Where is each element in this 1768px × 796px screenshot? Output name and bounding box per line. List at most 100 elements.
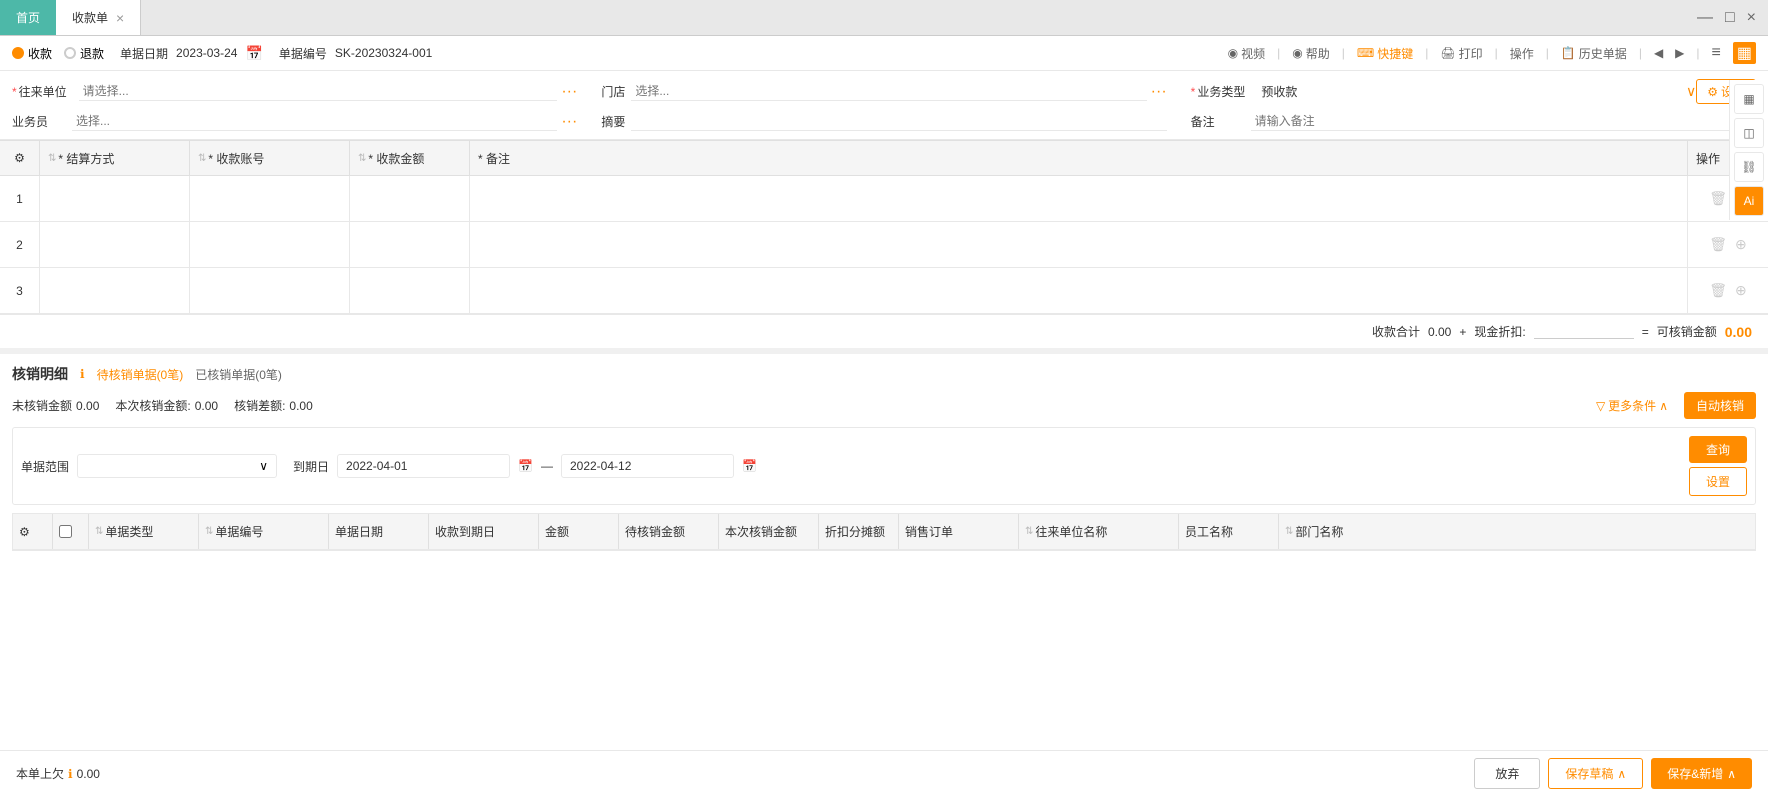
delete-icon-2[interactable]: 🗑	[1709, 236, 1727, 253]
date-cal-icon-1[interactable]: 📅	[518, 459, 533, 473]
store-more-icon[interactable]: ···	[1151, 83, 1167, 101]
summary-input[interactable]	[631, 112, 1166, 131]
query-button[interactable]: 查询	[1689, 436, 1747, 463]
radio-tuikuan[interactable]: 退款	[64, 45, 104, 62]
bth-dept-label: 部门名称	[1295, 523, 1343, 540]
date-from-input[interactable]	[337, 454, 510, 478]
print-btn[interactable]: 🖨 打印	[1440, 45, 1482, 62]
th-gear[interactable]: ⚙	[0, 141, 40, 175]
total-value: 0.00	[1428, 325, 1451, 339]
video-btn[interactable]: ◉ 视频	[1228, 45, 1266, 62]
row-num-2: 2	[16, 238, 23, 252]
biz-type-label: 业务类型	[1197, 83, 1257, 100]
salesperson-input[interactable]	[72, 112, 557, 131]
sep6: |	[1639, 46, 1642, 60]
reconcile-section: 核销明细 ℹ 待核销单据(0笔) 已核销单据(0笔) 未核销金额 0.00 本次…	[0, 348, 1768, 796]
link-icon: ⛓	[1741, 160, 1756, 174]
td-remark-3[interactable]	[470, 268, 1688, 313]
sidebar-link-icon[interactable]: ⛓	[1734, 152, 1764, 182]
more-conditions-btn[interactable]: ▽ 更多条件 ∧	[1596, 397, 1668, 414]
delete-icon-3[interactable]: 🗑	[1709, 282, 1727, 299]
td-remark-2[interactable]	[470, 222, 1688, 267]
tab-close-icon[interactable]: ×	[116, 10, 124, 26]
bth-employee-label: 员工名称	[1185, 523, 1233, 540]
bth-due-date-label: 收款到期日	[435, 523, 495, 540]
save-new-arrow-icon: ∧	[1727, 767, 1736, 781]
help-btn[interactable]: ◉ 帮助	[1292, 45, 1330, 62]
history-btn[interactable]: 📋 历史单据	[1561, 45, 1627, 62]
sidebar-doc-icon[interactable]: ◫	[1734, 118, 1764, 148]
doc-date-calendar-icon[interactable]: 📅	[245, 45, 262, 62]
bth-amount: 金额	[539, 514, 619, 549]
copy-icon-2[interactable]: ⊕	[1735, 236, 1747, 253]
restore-icon[interactable]: □	[1721, 7, 1739, 29]
available-label: 可核销金额	[1657, 323, 1717, 340]
filter-settings-button[interactable]: 设置	[1689, 467, 1747, 496]
document-icon: ◫	[1743, 126, 1754, 140]
td-account-2[interactable]	[190, 222, 350, 267]
unreconciled-stat: 未核销金额 0.00	[12, 397, 99, 414]
auto-reconcile-button[interactable]: 自动核销	[1684, 392, 1756, 419]
sidebar-table-icon[interactable]: ▦	[1734, 84, 1764, 114]
copy-icon-3[interactable]: ⊕	[1735, 282, 1747, 299]
salesperson-more-icon[interactable]: ···	[561, 113, 577, 131]
doc-date-label: 单据日期	[120, 45, 168, 62]
td-account-1[interactable]	[190, 176, 350, 221]
radio-shouquan[interactable]: 收款	[12, 45, 52, 62]
discard-button[interactable]: 放弃	[1474, 758, 1540, 789]
range-label: 单据范围	[21, 458, 69, 475]
delete-icon-1[interactable]: 🗑	[1709, 190, 1727, 207]
td-remark-1[interactable]	[470, 176, 1688, 221]
store-input[interactable]	[631, 82, 1146, 101]
biz-type-dropdown-icon[interactable]: ∨	[1686, 83, 1696, 100]
select-all-checkbox[interactable]	[59, 525, 72, 538]
counterparty-more-icon[interactable]: ···	[561, 83, 577, 101]
counterparty-input[interactable]	[79, 82, 558, 101]
bth-gear[interactable]: ⚙	[13, 514, 53, 549]
done-tab[interactable]: 已核销单据(0笔)	[195, 366, 282, 383]
view-grid-icon[interactable]: ▦	[1733, 42, 1756, 64]
date-separator: —	[541, 459, 553, 473]
discount-input[interactable]	[1534, 324, 1634, 339]
bottom-info-icon[interactable]: ℹ	[68, 767, 73, 781]
save-draft-button[interactable]: 保存草稿 ∧	[1548, 758, 1643, 789]
close-icon[interactable]: ×	[1743, 7, 1760, 29]
operation-btn[interactable]: 操作	[1510, 45, 1534, 62]
doc-num-label: 单据编号	[279, 45, 327, 62]
range-select[interactable]: ∨	[77, 454, 277, 478]
td-settlement-2[interactable]	[40, 222, 190, 267]
counterparty-required: *	[12, 85, 17, 99]
toolbar-right: ◉ 视频 | ◉ 帮助 | ⌨ 快捷键 | 🖨 打印 | 操作 |	[1228, 42, 1756, 64]
pending-tab[interactable]: 待核销单据(0笔)	[97, 366, 184, 383]
equals-sign: =	[1642, 325, 1649, 339]
tab-home[interactable]: 首页	[0, 0, 56, 35]
summary-label: 摘要	[601, 113, 631, 130]
remark-input[interactable]	[1251, 112, 1756, 131]
shortcut-btn[interactable]: ⌨ 快捷键	[1357, 45, 1413, 62]
td-amount-2[interactable]	[350, 222, 470, 267]
td-settlement-3[interactable]	[40, 268, 190, 313]
tab-active-label: 收款单	[72, 9, 108, 26]
bth-counterparty: ⇅ 往来单位名称	[1019, 514, 1179, 549]
nav-prev-icon[interactable]: ◀	[1654, 46, 1663, 60]
form-row-2: 业务员 ··· 摘要 备注	[12, 112, 1756, 131]
view-list-icon[interactable]: ≡	[1712, 44, 1721, 62]
save-new-button[interactable]: 保存&新增 ∧	[1651, 758, 1752, 789]
sidebar-ai-icon[interactable]: Ai	[1734, 186, 1764, 216]
row-num-1: 1	[16, 192, 23, 206]
date-to-input[interactable]	[561, 454, 734, 478]
doc-num-value: SK-20230324-001	[335, 46, 432, 60]
tab-home-label: 首页	[16, 9, 40, 26]
nav-next-icon[interactable]: ▶	[1675, 46, 1684, 60]
bth-checkbox[interactable]	[53, 514, 89, 549]
filter-icon: ▽	[1596, 399, 1605, 413]
td-amount-3[interactable]	[350, 268, 470, 313]
td-account-3[interactable]	[190, 268, 350, 313]
td-settlement-1[interactable]	[40, 176, 190, 221]
radio-tuikuan-label: 退款	[80, 45, 104, 62]
minimize-icon[interactable]: —	[1693, 7, 1717, 29]
td-amount-1[interactable]	[350, 176, 470, 221]
reconcile-info-icon[interactable]: ℹ	[80, 367, 85, 381]
tab-active[interactable]: 收款单 ×	[56, 0, 141, 35]
date-cal-icon-2[interactable]: 📅	[742, 459, 757, 473]
